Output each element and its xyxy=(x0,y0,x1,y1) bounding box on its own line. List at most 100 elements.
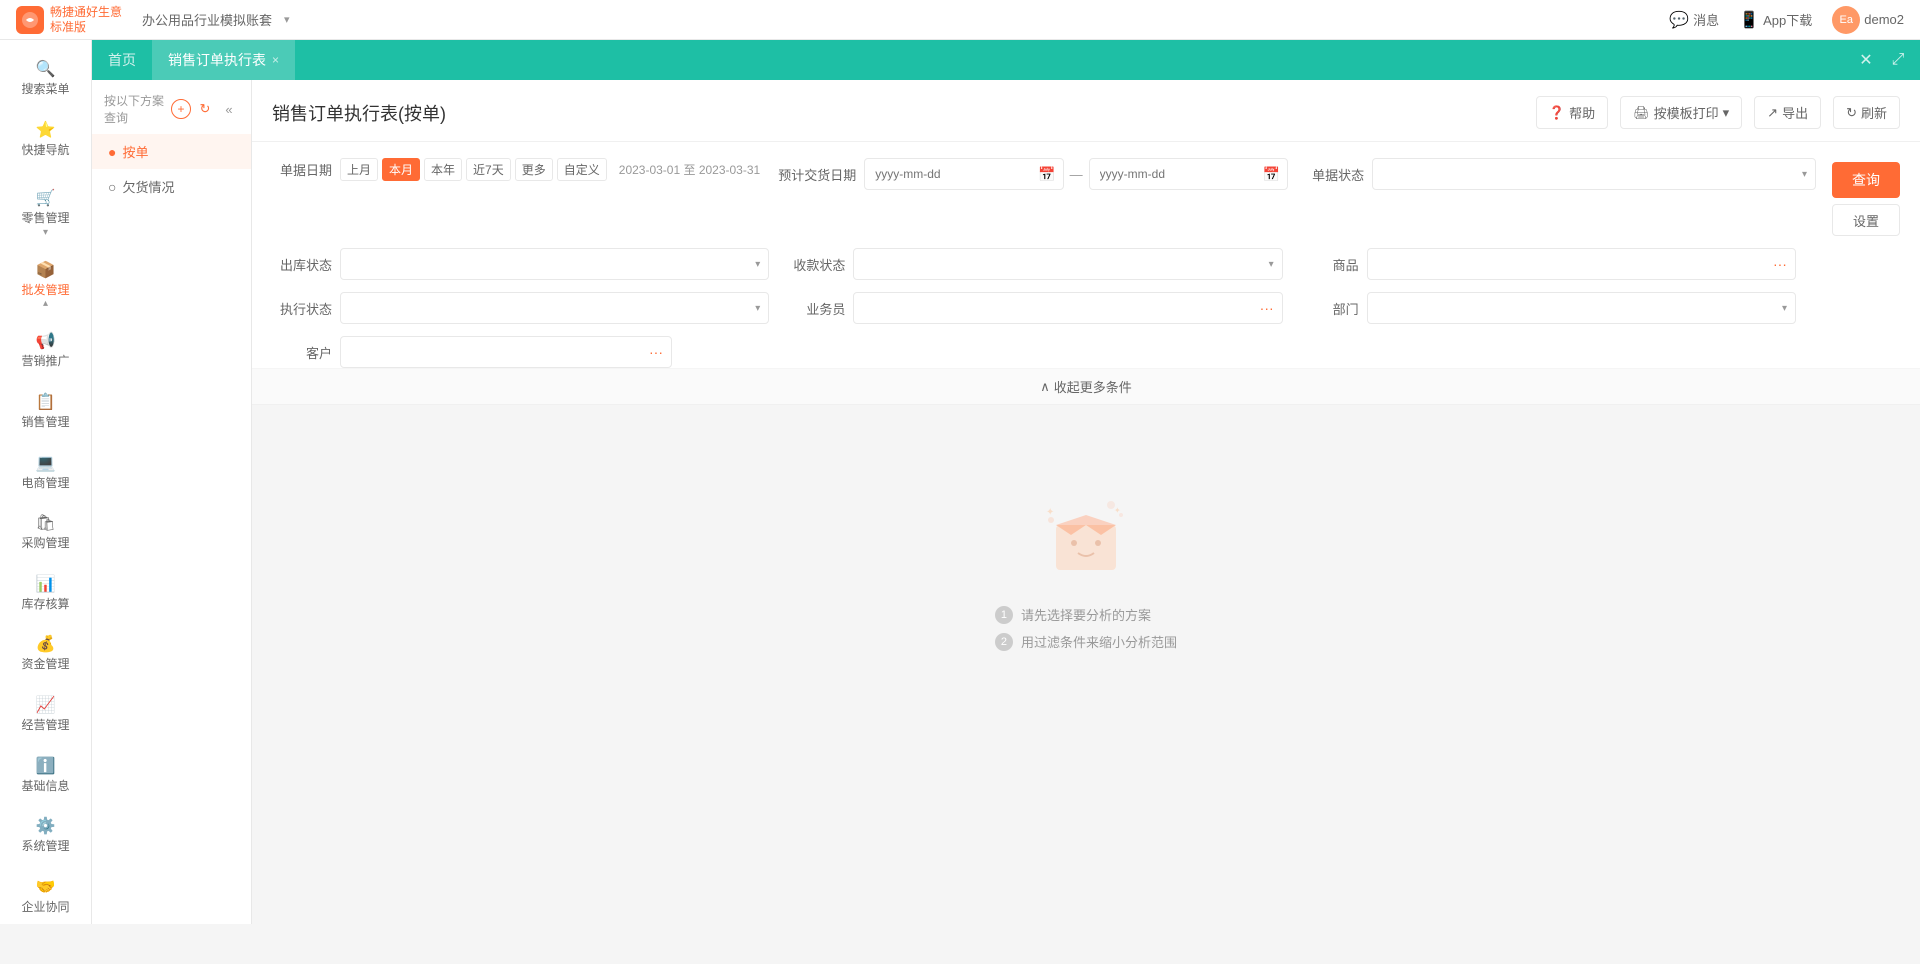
print-dropdown-icon: ▾ xyxy=(1723,105,1730,121)
last7-btn[interactable]: 近7天 xyxy=(466,158,511,181)
query-btn[interactable]: 查询 xyxy=(1832,162,1900,198)
page-header-actions: ❓ 帮助 🖨 按模板打印 ▾ ↗ 导出 ↻ xyxy=(1536,96,1900,129)
sidebar-label-sales: 销售管理 xyxy=(21,415,69,431)
maximize-btn[interactable]: ⤢ xyxy=(1884,46,1912,74)
sidebar-item-marketing[interactable]: 📢 营销推广 xyxy=(0,321,91,380)
message-btn[interactable]: 💬 消息 xyxy=(1669,10,1719,30)
cal-end-icon[interactable]: 📅 xyxy=(1263,166,1280,183)
left-panel-add-btn[interactable]: + xyxy=(171,99,191,119)
sidebar-item-sales[interactable]: 📋 销售管理 xyxy=(0,382,91,441)
dept-label: 部门 xyxy=(1299,299,1359,318)
sidebar-label-retail: 零售管理 xyxy=(21,211,69,227)
sidebar-label-inventory: 库存核算 xyxy=(21,597,69,613)
collapse-btn[interactable]: ∧ 收起更多条件 xyxy=(252,368,1920,404)
customer-label: 客户 xyxy=(272,343,332,362)
empty-hint-1: 1 请先选择要分析的方案 xyxy=(995,605,1177,624)
print-btn[interactable]: 🖨 按模板打印 ▾ xyxy=(1620,96,1742,129)
status-select[interactable]: ▾ xyxy=(1372,158,1816,190)
status-select-arrow: ▾ xyxy=(1802,169,1807,180)
collab-icon: 🤝 xyxy=(36,877,56,897)
sidebar-item-quick-nav[interactable]: ⭐ 快捷导航 xyxy=(0,110,91,169)
user-profile[interactable]: Ea demo2 xyxy=(1832,6,1904,34)
help-btn[interactable]: ❓ 帮助 xyxy=(1536,96,1608,129)
ops-icon: 📈 xyxy=(36,695,56,715)
cal-start-icon[interactable]: 📅 xyxy=(1038,166,1055,183)
wholesale-icon: 📦 xyxy=(36,260,56,280)
goods-select[interactable]: ··· xyxy=(1367,248,1796,280)
hint1-text: 请先选择要分析的方案 xyxy=(1021,605,1151,624)
help-icon: ❓ xyxy=(1549,105,1565,121)
status-label: 单据状态 xyxy=(1304,165,1364,184)
panel-nav-by-order[interactable]: ● 按单 xyxy=(92,134,251,169)
ship-status-select[interactable]: ▾ xyxy=(340,248,769,280)
svg-text:✦: ✦ xyxy=(1046,507,1054,518)
sidebar-item-collab[interactable]: 🤝 企业协同 xyxy=(0,867,91,924)
tab-home[interactable]: 首页 xyxy=(92,40,152,80)
sidebar-label-quick-nav: 快捷导航 xyxy=(21,143,69,159)
expected-date-start[interactable] xyxy=(864,158,1063,190)
wholesale-arrow-icon: ▴ xyxy=(43,298,48,309)
sidebar-item-wholesale[interactable]: 📦 批发管理 ▴ xyxy=(0,250,91,320)
exec-status-select[interactable]: ▾ xyxy=(340,292,769,324)
left-panel-actions: + ↻ « xyxy=(171,99,239,119)
teal-tab-bar: 首页 销售订单执行表 × ✕ ⤢ xyxy=(92,40,1920,80)
app-title: 办公用品行业模拟账套 xyxy=(142,10,272,29)
left-panel-title: 按以下方案查询 xyxy=(104,92,171,126)
expected-date-end[interactable] xyxy=(1089,158,1288,190)
avatar: Ea xyxy=(1832,6,1860,34)
date-quick-btns: 上月 本月 本年 近7天 更多 自定义 xyxy=(340,158,607,181)
export-btn[interactable]: ↗ 导出 xyxy=(1754,96,1821,129)
sidebar-item-search[interactable]: 🔍 搜索菜单 xyxy=(0,49,91,108)
left-panel-collapse-btn[interactable]: « xyxy=(219,99,239,119)
tab-sales-order[interactable]: 销售订单执行表 × xyxy=(152,40,295,80)
panel-nav-shortage[interactable]: ○ 欠货情况 xyxy=(92,169,251,204)
this-year-btn[interactable]: 本年 xyxy=(424,158,462,181)
payment-status-select[interactable]: ▾ xyxy=(853,248,1282,280)
sidebar-item-retail[interactable]: 🛒 零售管理 ▾ xyxy=(0,178,91,248)
custom-btn[interactable]: 自定义 xyxy=(557,158,607,181)
date-separator: — xyxy=(1070,167,1083,182)
retail-icon: 🛒 xyxy=(36,188,56,208)
app-title-dropdown-icon[interactable]: ▾ xyxy=(284,13,290,26)
sidebar-item-purchase[interactable]: 🛍 采购管理 xyxy=(0,503,91,562)
svg-text:✦: ✦ xyxy=(1114,506,1121,515)
page-content: 按以下方案查询 + ↻ « ● 按单 ○ 欠货情况 xyxy=(92,80,1920,924)
empty-hints: 1 请先选择要分析的方案 2 用过滤条件来缩小分析范围 xyxy=(995,605,1177,651)
logo-icon xyxy=(16,6,44,34)
salesperson-select[interactable]: ··· xyxy=(853,292,1282,324)
sidebar-item-ops[interactable]: 📈 经营管理 xyxy=(0,685,91,744)
empty-state: ✦ ✦ 1 请先选择要分析的方案 2 用过滤条件来缩小分析范围 xyxy=(252,405,1920,731)
dept-select[interactable]: ▾ xyxy=(1367,292,1796,324)
download-icon: 📱 xyxy=(1739,10,1759,30)
main-layout: 🔍 搜索菜单 ⭐ 快捷导航 🛒 零售管理 ▾ 📦 批发管理 ▴ 📢 营销推广 📋… xyxy=(0,40,1920,924)
tab-close-icon[interactable]: × xyxy=(272,53,279,67)
expected-date-label: 预计交货日期 xyxy=(776,165,856,184)
tab-bar-actions: ✕ ⤢ xyxy=(1852,46,1920,74)
message-icon: 💬 xyxy=(1669,10,1689,30)
hint1-num: 1 xyxy=(995,606,1013,624)
customer-select[interactable]: ··· xyxy=(340,336,672,368)
sidebar-item-inventory[interactable]: 📊 库存核算 xyxy=(0,564,91,623)
refresh-btn[interactable]: ↻ 刷新 xyxy=(1833,96,1900,129)
sidebar-label-ecom: 电商管理 xyxy=(21,476,69,492)
retail-arrow-icon: ▾ xyxy=(43,227,48,238)
system-icon: ⚙️ xyxy=(36,816,56,836)
last-month-btn[interactable]: 上月 xyxy=(340,158,378,181)
sidebar-item-finance[interactable]: 💰 资金管理 xyxy=(0,624,91,683)
sidebar-item-ecom[interactable]: 💻 电商管理 xyxy=(0,443,91,502)
finance-icon: 💰 xyxy=(36,634,56,654)
close-window-btn[interactable]: ✕ xyxy=(1852,46,1880,74)
sidebar-label-system: 系统管理 xyxy=(21,839,69,855)
logo-area[interactable]: 畅捷通好生意 标准版 xyxy=(16,5,122,34)
settings-btn[interactable]: 设置 xyxy=(1832,204,1900,236)
sidebar-item-basic[interactable]: ℹ️ 基础信息 xyxy=(0,746,91,805)
search-area: 单据日期 上月 本月 本年 近7天 更多 自定义 2023-03-01 至 20… xyxy=(252,142,1920,368)
left-panel-refresh-btn[interactable]: ↻ xyxy=(195,99,215,119)
sidebar-item-system[interactable]: ⚙️ 系统管理 xyxy=(0,806,91,865)
more-btn[interactable]: 更多 xyxy=(515,158,553,181)
sidebar-label-finance: 资金管理 xyxy=(21,657,69,673)
hint2-text: 用过滤条件来缩小分析范围 xyxy=(1021,632,1177,651)
current-month-btn[interactable]: 本月 xyxy=(382,158,420,181)
sidebar-label-collab: 企业协同 xyxy=(21,900,69,916)
app-download-btn[interactable]: 📱 App下载 xyxy=(1739,10,1812,30)
